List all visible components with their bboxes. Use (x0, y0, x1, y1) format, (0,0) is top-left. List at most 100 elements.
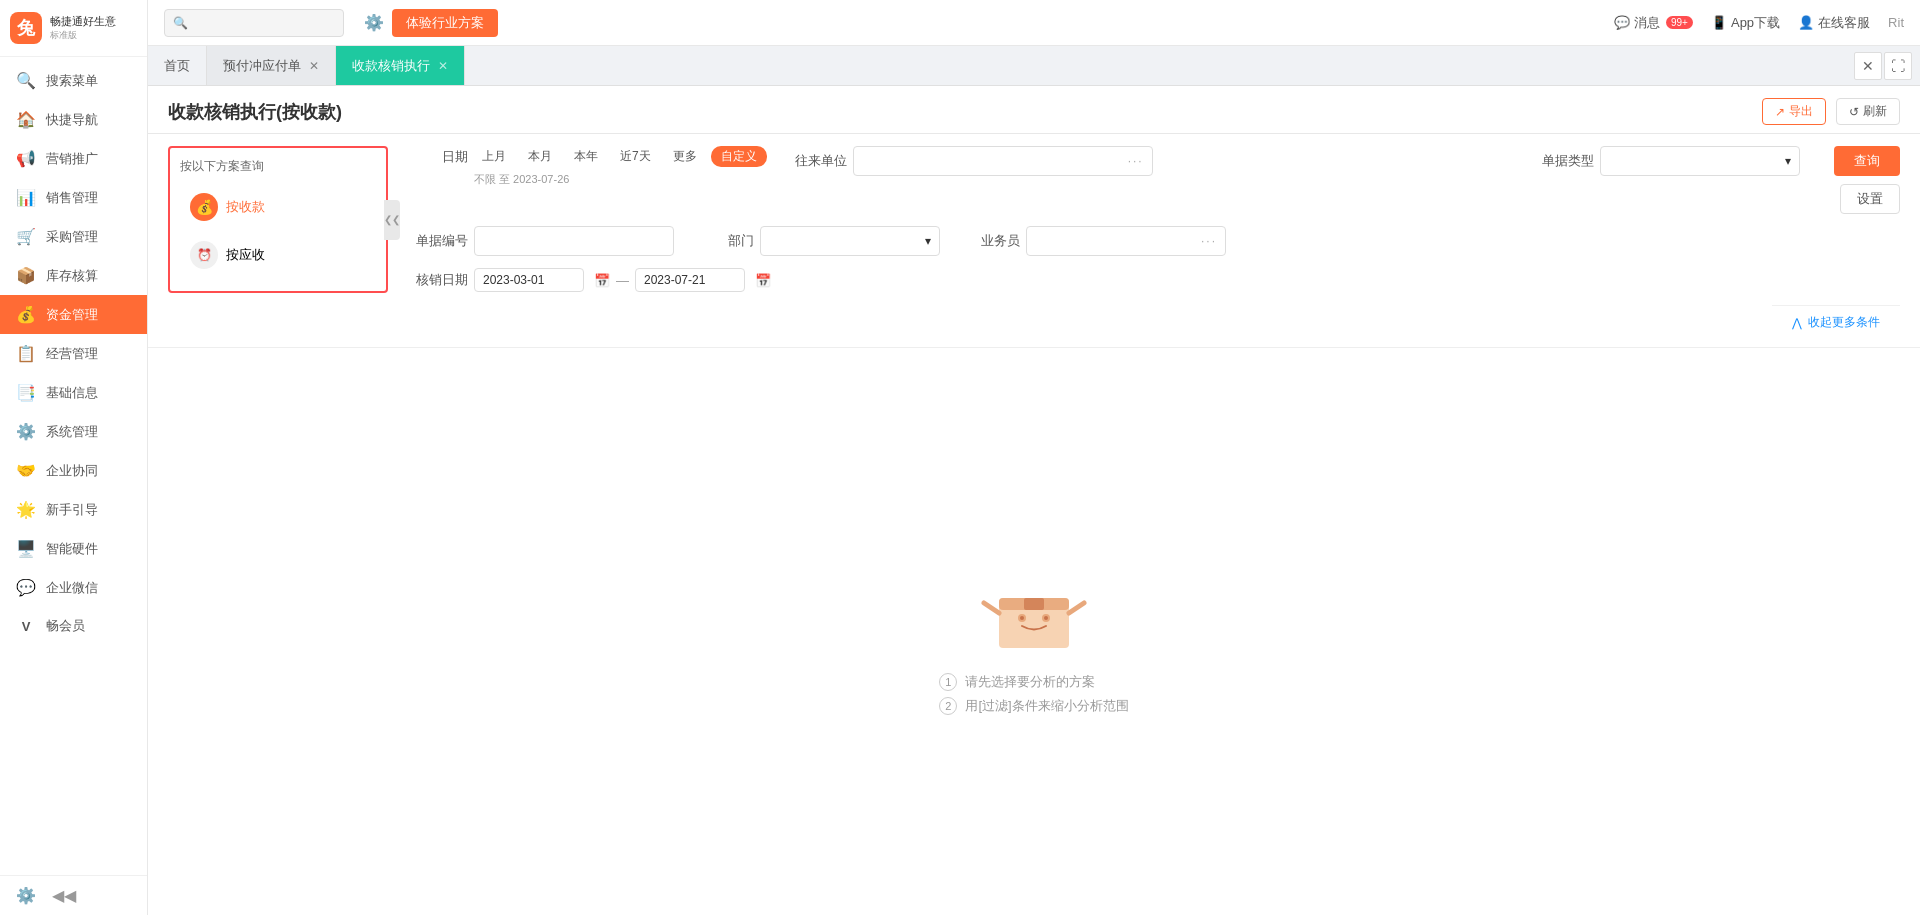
topbar-search-box[interactable]: 🔍 (164, 9, 344, 37)
dept-filter: 部门 ▾ (694, 226, 940, 256)
hint-num-2: 2 (939, 697, 957, 715)
topbar-settings-icon[interactable]: ⚙️ (364, 13, 384, 32)
sidebar-item-sales[interactable]: 📊 销售管理 (0, 178, 147, 217)
sidebar-item-operation[interactable]: 📋 经营管理 (0, 334, 147, 373)
scheme-panel-title: 按以下方案查询 (180, 158, 376, 175)
svg-line-6 (1069, 603, 1084, 613)
hint-text-2: 用[过滤]条件来缩小分析范围 (965, 697, 1128, 715)
sidebar-item-member[interactable]: V 畅会员 (0, 607, 147, 645)
sidebar-item-purchase[interactable]: 🛒 采购管理 (0, 217, 147, 256)
sidebar-item-marketing[interactable]: 📢 营销推广 (0, 139, 147, 178)
search-icon: 🔍 (16, 71, 36, 90)
expand-tab-btn[interactable]: ⛶ (1884, 52, 1912, 80)
empty-state: 1 请先选择要分析的方案 2 用[过滤]条件来缩小分析范围 (148, 348, 1920, 915)
sidebar-label-enterprise: 企业协同 (46, 462, 98, 480)
doc-no-filter: 单据编号 (408, 226, 674, 256)
user-area[interactable]: Rit (1888, 15, 1904, 30)
industry-btn[interactable]: 体验行业方案 (392, 9, 498, 37)
tab-collect-close[interactable]: ✕ (438, 59, 448, 73)
sidebar-label-finance: 资金管理 (46, 306, 98, 324)
partner-dots: ··· (1128, 154, 1144, 168)
verify-date-start[interactable] (474, 268, 584, 292)
close-tab-btn[interactable]: ✕ (1854, 52, 1882, 80)
date-custom[interactable]: 自定义 (711, 146, 767, 167)
sidebar-item-shortcut[interactable]: 🏠 快捷导航 (0, 100, 147, 139)
verify-start-calendar-icon[interactable]: 📅 (594, 273, 610, 288)
sidebar-item-inventory[interactable]: 📦 库存核算 (0, 256, 147, 295)
staff-filter: 业务员 ··· (960, 226, 1226, 256)
export-label: 导出 (1789, 103, 1813, 120)
topbar-actions: ⚙️ 体验行业方案 (364, 9, 498, 37)
message-icon: 💬 (1614, 15, 1630, 30)
refresh-btn[interactable]: ↺ 刷新 (1836, 98, 1900, 125)
sidebar-item-enterprise[interactable]: 🤝 企业协同 (0, 451, 147, 490)
filter-panel-collapse[interactable]: ❮❮ (384, 200, 400, 240)
sidebar-item-finance[interactable]: 💰 资金管理 (0, 295, 147, 334)
topbar: 🔍 ⚙️ 体验行业方案 💬 消息 99+ 📱 App下载 👤 在线客服 Rit (148, 0, 1920, 46)
export-icon: ↗ (1775, 105, 1785, 119)
filter-option-receivable[interactable]: ⏰ 按应收 (180, 233, 376, 277)
empty-hint-1: 1 请先选择要分析的方案 (939, 673, 1095, 691)
collapse-more-label: 收起更多条件 (1808, 314, 1880, 331)
sidebar-item-search[interactable]: 🔍 搜索菜单 (0, 61, 147, 100)
enterprise-icon: 🤝 (16, 461, 36, 480)
content-header: 收款核销执行(按收款) ↗ 导出 ↺ 刷新 (148, 86, 1920, 134)
date-more[interactable]: 更多 (665, 146, 705, 167)
filter-option-receipt[interactable]: 💰 按收款 (180, 185, 376, 229)
tab-prepay[interactable]: 预付冲应付单 ✕ (207, 46, 336, 85)
purchase-icon: 🛒 (16, 227, 36, 246)
settings-footer-icon[interactable]: ⚙️ (16, 886, 36, 905)
partner-select[interactable]: ··· (853, 146, 1153, 176)
sidebar-item-hardware[interactable]: 🖥️ 智能硬件 (0, 529, 147, 568)
app-download-area[interactable]: 📱 App下载 (1711, 14, 1780, 32)
setting-btn[interactable]: 设置 (1840, 184, 1900, 214)
tab-home[interactable]: 首页 (148, 46, 207, 85)
logo-text-area: 畅捷通好生意 标准版 (50, 14, 116, 42)
tab-collect-label: 收款核销执行 (352, 57, 430, 75)
sidebar-item-wechat[interactable]: 💬 企业微信 (0, 568, 147, 607)
staff-select[interactable]: ··· (1026, 226, 1226, 256)
empty-svg (969, 548, 1099, 658)
sidebar-item-guide[interactable]: 🌟 新手引导 (0, 490, 147, 529)
sidebar-label-marketing: 营销推广 (46, 150, 98, 168)
date-last-month[interactable]: 上月 (474, 146, 514, 167)
query-btn[interactable]: 查询 (1834, 146, 1900, 176)
message-area[interactable]: 💬 消息 99+ (1614, 14, 1693, 32)
service-label: 在线客服 (1818, 14, 1870, 32)
sidebar-label-hardware: 智能硬件 (46, 540, 98, 558)
doc-no-input[interactable] (474, 226, 674, 256)
verify-date-end[interactable] (635, 268, 745, 292)
date-this-month[interactable]: 本月 (520, 146, 560, 167)
date-7days[interactable]: 近7天 (612, 146, 659, 167)
doc-type-select[interactable]: ▾ (1600, 146, 1800, 176)
sidebar: 兔 畅捷通好生意 标准版 🔍 搜索菜单 🏠 快捷导航 📢 营销推广 📊 销售管理… (0, 0, 148, 915)
logo-area: 兔 畅捷通好生意 标准版 (0, 0, 147, 57)
sidebar-label-purchase: 采购管理 (46, 228, 98, 246)
sidebar-item-system[interactable]: ⚙️ 系统管理 (0, 412, 147, 451)
filter-scheme-panel: 按以下方案查询 💰 按收款 ⏰ 按应收 ❮❮ (168, 146, 388, 293)
refresh-icon: ↺ (1849, 105, 1859, 119)
title-row: 收款核销执行(按收款) ↗ 导出 ↺ 刷新 (168, 98, 1900, 125)
svg-point-8 (1044, 616, 1048, 620)
sidebar-footer: ⚙️ ◀◀ (0, 875, 147, 915)
date-label: 日期 (408, 148, 468, 166)
export-btn[interactable]: ↗ 导出 (1762, 98, 1826, 125)
doc-type-arrow: ▾ (1785, 154, 1791, 168)
topbar-right: 💬 消息 99+ 📱 App下载 👤 在线客服 Rit (1614, 14, 1904, 32)
empty-text-area: 1 请先选择要分析的方案 2 用[过滤]条件来缩小分析范围 (939, 673, 1128, 715)
tab-collect[interactable]: 收款核销执行 ✕ (336, 46, 465, 85)
verify-end-calendar-icon[interactable]: 📅 (755, 273, 771, 288)
collapse-more-btn[interactable]: ⋀ 收起更多条件 (1772, 305, 1900, 339)
doc-no-label: 单据编号 (408, 232, 468, 250)
marketing-icon: 📢 (16, 149, 36, 168)
collapse-sidebar-icon[interactable]: ◀◀ (52, 886, 76, 905)
tab-prepay-close[interactable]: ✕ (309, 59, 319, 73)
dept-select[interactable]: ▾ (760, 226, 940, 256)
service-area[interactable]: 👤 在线客服 (1798, 14, 1870, 32)
date-this-year[interactable]: 本年 (566, 146, 606, 167)
basic-icon: 📑 (16, 383, 36, 402)
sidebar-label-basic: 基础信息 (46, 384, 98, 402)
empty-illustration (969, 548, 1099, 661)
guide-icon: 🌟 (16, 500, 36, 519)
sidebar-item-basic[interactable]: 📑 基础信息 (0, 373, 147, 412)
